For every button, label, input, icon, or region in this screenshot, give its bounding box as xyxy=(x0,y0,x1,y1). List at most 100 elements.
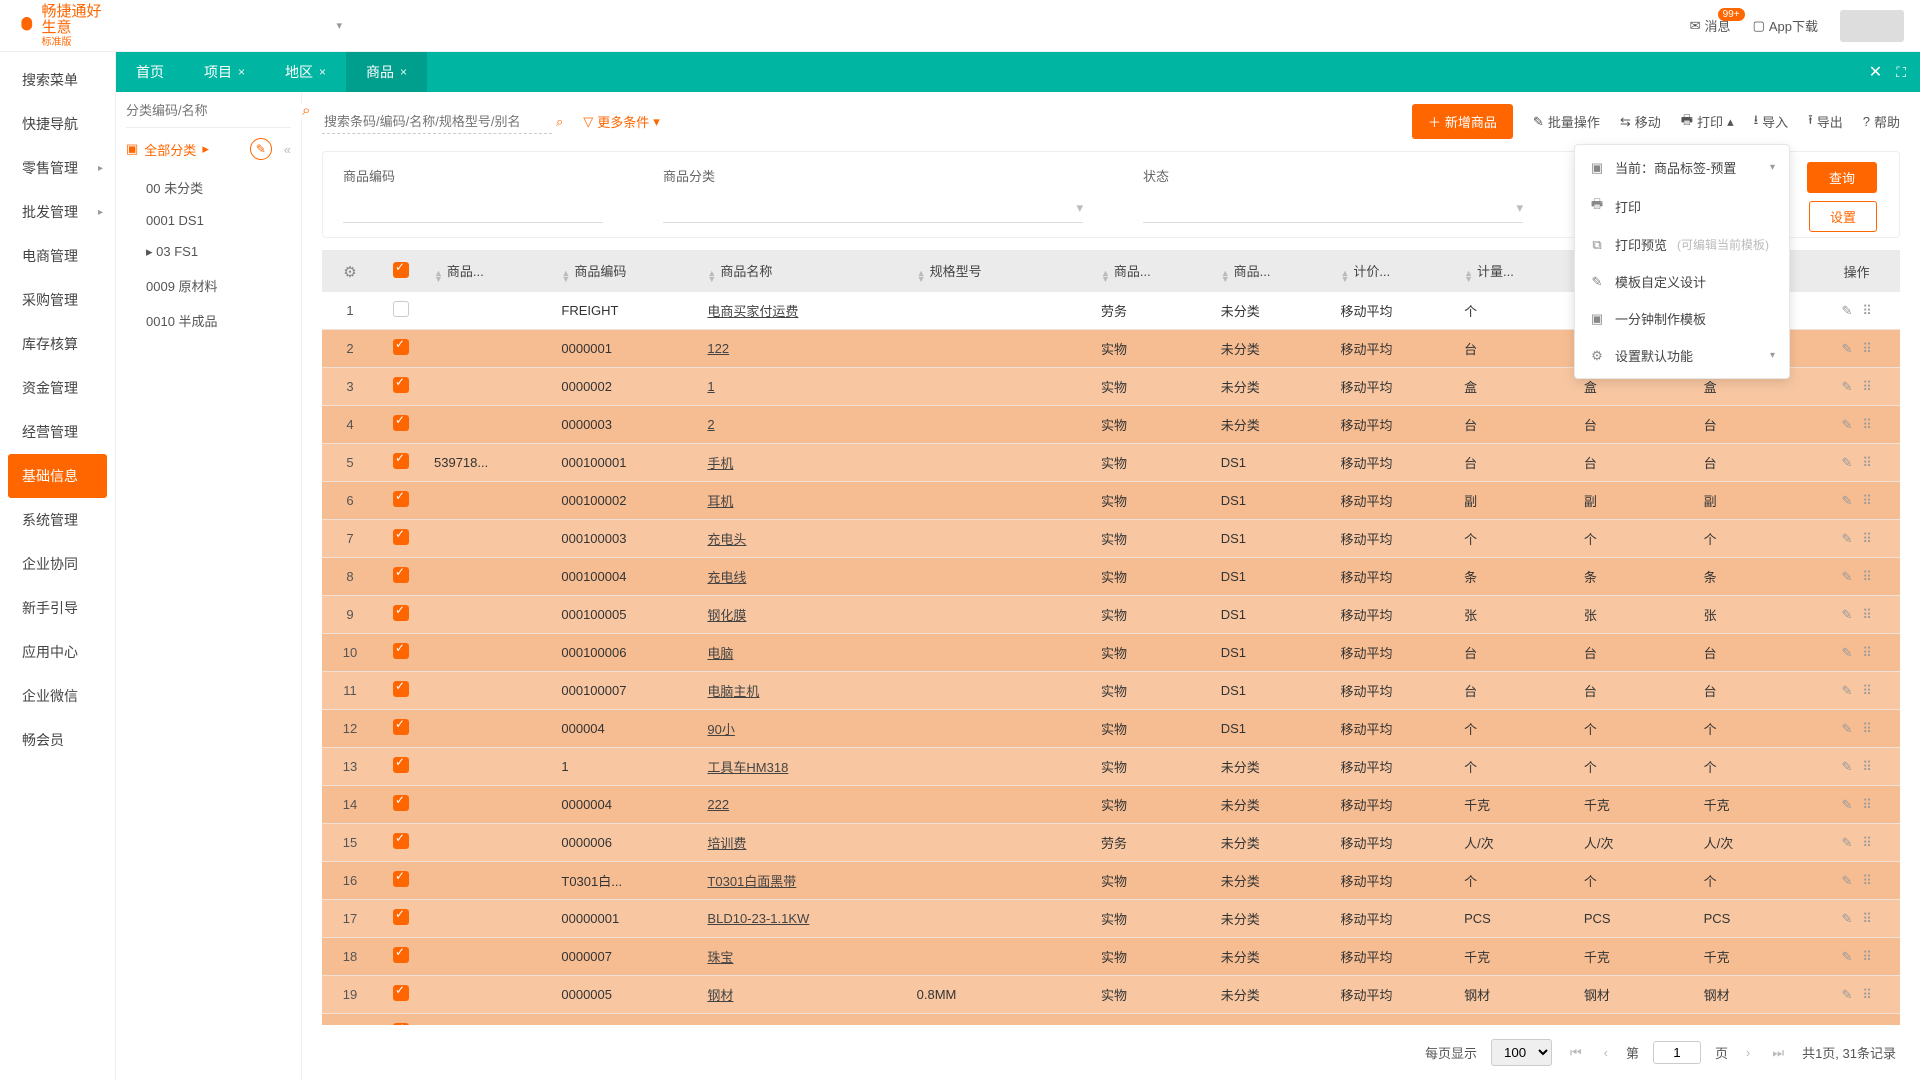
category-item-1[interactable]: 0001 DS1 xyxy=(126,205,291,236)
row-checkbox[interactable] xyxy=(393,947,409,963)
fullscreen-icon[interactable]: ⛶ xyxy=(1896,64,1906,81)
sort-icon[interactable]: ▲▼ xyxy=(917,270,926,282)
table-row[interactable]: 190000005钢材0.8MM实物未分类移动平均钢材钢材钢材✎⠿ xyxy=(322,976,1900,1014)
close-all-icon[interactable]: ✕ xyxy=(1869,62,1882,82)
close-icon[interactable]: × xyxy=(238,65,245,79)
close-icon[interactable]: × xyxy=(319,65,326,79)
close-icon[interactable]: × xyxy=(400,65,407,79)
product-name-link[interactable]: 耳机 xyxy=(707,494,733,509)
more-icon[interactable]: ⠿ xyxy=(1862,797,1872,813)
edit-icon[interactable]: ✎ xyxy=(1841,721,1852,737)
row-checkbox[interactable] xyxy=(393,795,409,811)
first-page-button[interactable]: ⏮ xyxy=(1566,1045,1586,1061)
table-row[interactable]: 1700000001BLD10-23-1.1KW实物未分类移动平均PCSPCSP… xyxy=(322,900,1900,938)
col-type[interactable]: ▲▼商品... xyxy=(1091,251,1211,292)
row-checkbox[interactable] xyxy=(393,1023,409,1025)
settings-button[interactable]: 设置 xyxy=(1809,201,1877,232)
edit-icon[interactable]: ✎ xyxy=(1841,569,1852,585)
table-row[interactable]: 10000100006电脑实物DS1移动平均台台台✎⠿ xyxy=(322,634,1900,672)
table-row[interactable]: 1200000490小实物DS1移动平均个个个✎⠿ xyxy=(322,710,1900,748)
product-name-link[interactable]: 2 xyxy=(707,417,714,432)
product-name-link[interactable]: 珠宝 xyxy=(707,950,733,965)
product-name-link[interactable]: 222 xyxy=(707,797,729,812)
messages-button[interactable]: ✉ 消息 99+ xyxy=(1690,16,1731,35)
more-icon[interactable]: ⠿ xyxy=(1862,531,1872,547)
row-checkbox[interactable] xyxy=(393,567,409,583)
product-name-link[interactable]: 钢化膜 xyxy=(707,608,746,623)
edit-icon[interactable]: ✎ xyxy=(1841,417,1852,433)
table-row[interactable]: 5539718...000100001手机实物DS1移动平均台台台✎⠿ xyxy=(322,444,1900,482)
more-icon[interactable]: ⠿ xyxy=(1862,569,1872,585)
col-code[interactable]: ▲▼商品编码 xyxy=(551,251,697,292)
row-checkbox[interactable] xyxy=(393,453,409,469)
edit-icon[interactable]: ✎ xyxy=(1841,683,1852,699)
tab-1[interactable]: 项目× xyxy=(184,52,265,92)
table-row[interactable]: 9000100005钢化膜实物DS1移动平均张张张✎⠿ xyxy=(322,596,1900,634)
table-row[interactable]: 140000004222实物未分类移动平均千克千克千克✎⠿ xyxy=(322,786,1900,824)
print-button[interactable]: 🖶打印▴ xyxy=(1681,111,1734,133)
sidenav-item-13[interactable]: 应用中心 xyxy=(0,630,115,674)
row-checkbox[interactable] xyxy=(393,909,409,925)
edit-icon[interactable]: ✎ xyxy=(1841,949,1852,965)
more-icon[interactable]: ⠿ xyxy=(1862,379,1872,395)
col-spec[interactable]: ▲▼规格型号 xyxy=(907,251,1091,292)
row-checkbox[interactable] xyxy=(393,415,409,431)
edit-icon[interactable]: ✎ xyxy=(1841,341,1852,357)
product-name-link[interactable]: 电脑 xyxy=(707,646,733,661)
gear-icon[interactable]: ⚙ xyxy=(343,264,356,281)
more-icon[interactable]: ⠿ xyxy=(1862,341,1872,357)
tab-0[interactable]: 首页 xyxy=(116,52,184,92)
more-icon[interactable]: ⠿ xyxy=(1862,911,1872,927)
table-row[interactable]: 7000100003充电头实物DS1移动平均个个个✎⠿ xyxy=(322,520,1900,558)
row-checkbox[interactable] xyxy=(393,985,409,1001)
edit-icon[interactable]: ✎ xyxy=(1841,987,1852,1003)
product-name-link[interactable]: 122 xyxy=(707,341,729,356)
search-input[interactable] xyxy=(322,110,552,134)
sidenav-item-6[interactable]: 库存核算 xyxy=(0,322,115,366)
product-name-link[interactable]: 工具车HM318 xyxy=(707,760,788,775)
help-button[interactable]: ?帮助 xyxy=(1863,112,1900,131)
add-product-button[interactable]: ＋ 新增商品 xyxy=(1412,104,1513,139)
category-item-4[interactable]: 0010 半成品 xyxy=(126,303,291,338)
col-name[interactable]: ▲▼商品名称 xyxy=(697,251,906,292)
table-row[interactable]: 131工具车HM318实物未分类移动平均个个个✎⠿ xyxy=(322,748,1900,786)
more-icon[interactable]: ⠿ xyxy=(1862,607,1872,623)
product-name-link[interactable]: T0301白面黑带 xyxy=(707,874,796,889)
search-icon[interactable]: ⌕ xyxy=(556,114,563,130)
edit-icon[interactable]: ✎ xyxy=(1841,759,1852,775)
more-conditions[interactable]: ▽ 更多条件 ▾ xyxy=(583,112,660,131)
product-name-link[interactable]: 充电线 xyxy=(707,570,746,585)
org-switcher[interactable]: ▾ xyxy=(132,9,352,43)
product-name-link[interactable]: BLD10-23-1.1KW xyxy=(707,911,809,926)
category-item-2[interactable]: ▸ 03 FS1 xyxy=(126,236,291,268)
table-row[interactable]: 400000032实物未分类移动平均台台台✎⠿ xyxy=(322,406,1900,444)
category-item-3[interactable]: 0009 原材料 xyxy=(126,268,291,303)
batch-button[interactable]: ✎批量操作 xyxy=(1533,112,1600,131)
edit-icon[interactable]: ✎ xyxy=(1841,493,1852,509)
sidenav-item-1[interactable]: 快捷导航 xyxy=(0,102,115,146)
sidenav-item-3[interactable]: 批发管理▸ xyxy=(0,190,115,234)
sidenav-item-10[interactable]: 系统管理 xyxy=(0,498,115,542)
sidenav-item-2[interactable]: 零售管理▸ xyxy=(0,146,115,190)
row-checkbox[interactable] xyxy=(393,681,409,697)
col-cat[interactable]: ▲▼商品... xyxy=(1211,251,1331,292)
more-icon[interactable]: ⠿ xyxy=(1862,949,1872,965)
collapse-icon[interactable]: « xyxy=(284,142,291,157)
product-name-link[interactable]: 充电头 xyxy=(707,532,746,547)
last-page-button[interactable]: ⏭ xyxy=(1768,1045,1788,1061)
next-page-button[interactable]: › xyxy=(1742,1045,1754,1060)
sidenav-item-7[interactable]: 资金管理 xyxy=(0,366,115,410)
select-all-checkbox[interactable] xyxy=(393,262,409,278)
edit-icon[interactable]: ✎ xyxy=(1841,645,1852,661)
sort-icon[interactable]: ▲▼ xyxy=(707,270,716,282)
edit-icon[interactable]: ✎ xyxy=(1841,531,1852,547)
product-name-link[interactable]: 手机 xyxy=(707,456,733,471)
more-icon[interactable]: ⠿ xyxy=(1862,835,1872,851)
table-row[interactable]: 8000100004充电线实物DS1移动平均条条条✎⠿ xyxy=(322,558,1900,596)
table-row[interactable]: 150000006培训费劳务未分类移动平均人/次人/次人/次✎⠿ xyxy=(322,824,1900,862)
edit-icon[interactable]: ✎ xyxy=(1841,797,1852,813)
edit-icon[interactable]: ✎ xyxy=(1841,873,1852,889)
row-checkbox[interactable] xyxy=(393,529,409,545)
category-item-0[interactable]: 00 未分类 xyxy=(126,170,291,205)
print-menu-item-2[interactable]: ✎模板自定义设计 xyxy=(1575,263,1789,300)
